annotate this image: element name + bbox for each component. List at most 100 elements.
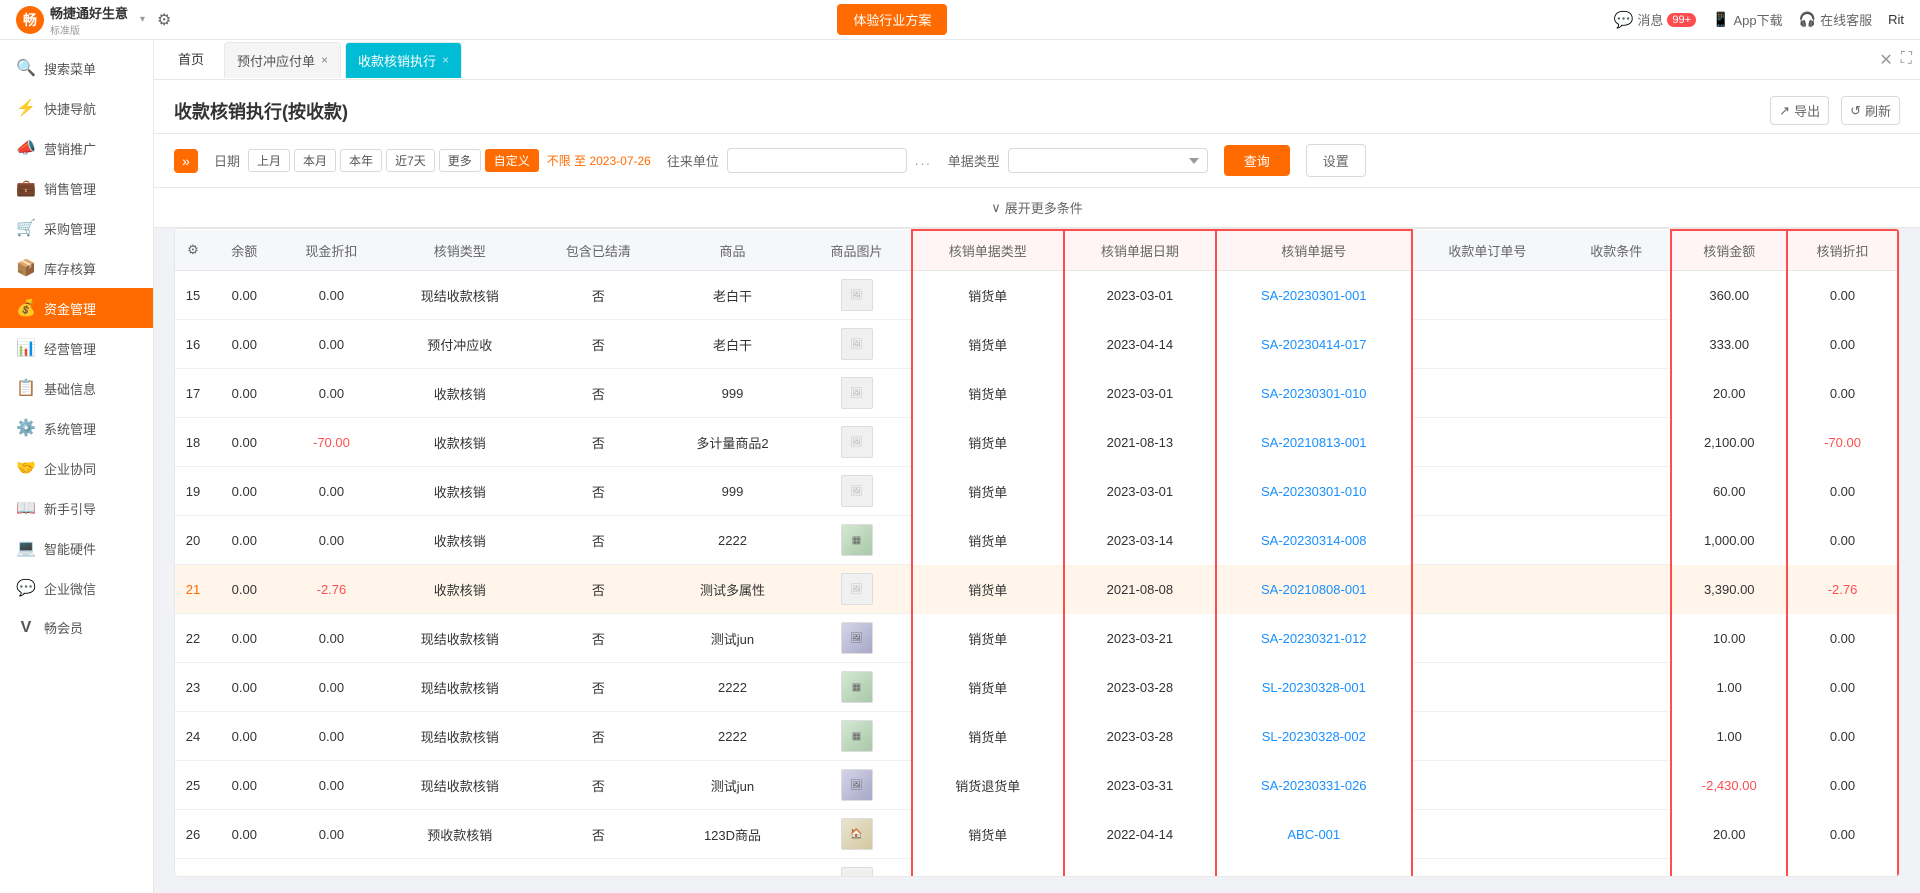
sidebar-item-purchase[interactable]: 🛒 采购管理 bbox=[0, 208, 153, 248]
sidebar-item-guide[interactable]: 📖 新手引导 bbox=[0, 488, 153, 528]
sidebar-item-wechat[interactable]: 💬 企业微信 bbox=[0, 568, 153, 608]
tab-prepay[interactable]: 预付冲应付单 × bbox=[224, 42, 341, 78]
product-image-cell: ▦ bbox=[802, 712, 911, 761]
export-button[interactable]: ↗ 导出 bbox=[1770, 96, 1829, 125]
table-cell[interactable]: ABC-001 bbox=[1216, 810, 1412, 859]
top-bar-center: 体验行业方案 bbox=[837, 4, 947, 35]
app-download-area[interactable]: 📱 App下载 bbox=[1712, 10, 1783, 29]
tab-verify-close[interactable]: × bbox=[442, 53, 449, 67]
table-cell: 0.00 bbox=[1787, 761, 1898, 810]
sidebar-item-marketing[interactable]: 📣 营销推广 bbox=[0, 128, 153, 168]
th-doc-type: 核销单据类型 bbox=[912, 230, 1064, 271]
sidebar-label-collab: 企业协同 bbox=[44, 459, 96, 478]
sidebar-item-operations[interactable]: 📊 经营管理 bbox=[0, 328, 153, 368]
sidebar-label-sysadmin: 系统管理 bbox=[44, 419, 96, 438]
table-cell: 否 bbox=[534, 565, 662, 614]
filter-expand-button[interactable]: » bbox=[174, 149, 198, 173]
solution-button[interactable]: 体验行业方案 bbox=[837, 4, 947, 35]
tab-home[interactable]: 首页 bbox=[162, 41, 220, 78]
export-icon: ↗ bbox=[1779, 103, 1790, 119]
table-cell[interactable]: SA-20210813-001 bbox=[1216, 418, 1412, 467]
user-name[interactable]: Rit bbox=[1888, 12, 1904, 27]
table-cell: 2023-03-31 bbox=[1064, 761, 1216, 810]
product-image-cell: 🖼 bbox=[802, 271, 911, 320]
sidebar-item-hardware[interactable]: 💻 智能硬件 bbox=[0, 528, 153, 568]
wechat-icon: 💬 bbox=[16, 578, 36, 598]
doc-type-select[interactable] bbox=[1008, 148, 1208, 173]
th-product-img: 商品图片 bbox=[802, 230, 911, 271]
table-wrapper: ⚙ 余额 现金折扣 核销类型 包含已结清 商品 商品图片 核销单据类型 核销单据… bbox=[174, 228, 1900, 877]
table-cell: 收款核销 bbox=[385, 565, 534, 614]
sidebar-item-quicknav[interactable]: ⚡ 快捷导航 bbox=[0, 88, 153, 128]
th-settings[interactable]: ⚙ bbox=[175, 230, 211, 271]
message-area[interactable]: 💬 消息 99+ bbox=[1613, 10, 1696, 30]
brand-dropdown-icon[interactable]: ▾ bbox=[140, 14, 145, 25]
th-product: 商品 bbox=[663, 230, 803, 271]
window-close-icon[interactable]: ✕ bbox=[1879, 50, 1892, 70]
tab-prepay-close[interactable]: × bbox=[321, 53, 328, 67]
table-cell: 100.00 bbox=[1671, 859, 1787, 878]
table-cell[interactable]: SA-20230301-010 bbox=[1216, 467, 1412, 516]
table-cell[interactable]: SA-20230301-001 bbox=[1216, 271, 1412, 320]
gear-icon[interactable]: ⚙ bbox=[157, 10, 171, 30]
tab-verify[interactable]: 收款核销执行 × bbox=[345, 42, 462, 78]
table-cell: 收款核销 bbox=[385, 467, 534, 516]
table-cell[interactable]: SA-20230301-010 bbox=[1216, 369, 1412, 418]
date-btn-last-month[interactable]: 上月 bbox=[248, 149, 290, 172]
date-btn-custom[interactable]: 自定义 bbox=[485, 149, 539, 172]
table-cell: 否 bbox=[534, 467, 662, 516]
table-cell[interactable]: SA-20230414-017 bbox=[1216, 320, 1412, 369]
table-cell: 否 bbox=[534, 810, 662, 859]
refresh-button[interactable]: ↺ 刷新 bbox=[1841, 96, 1900, 125]
table-cell: 销货单 bbox=[912, 712, 1064, 761]
sidebar-item-search[interactable]: 🔍 搜索菜单 bbox=[0, 48, 153, 88]
window-maximize-icon[interactable]: ⛶ bbox=[1901, 50, 1912, 70]
from-unit-input[interactable] bbox=[727, 148, 907, 173]
date-btn-this-year[interactable]: 本年 bbox=[340, 149, 382, 172]
table-cell: 0.00 bbox=[1787, 320, 1898, 369]
table-cell[interactable]: SL-20230328-002 bbox=[1216, 712, 1412, 761]
date-btn-this-month[interactable]: 本月 bbox=[294, 149, 336, 172]
table-row: 270.000.00现结收款核销否衣服00001🖼销货单2023-04-08SL… bbox=[175, 859, 1898, 878]
table-cell: 0.00 bbox=[1787, 810, 1898, 859]
table-cell[interactable]: SL-20230408-001 bbox=[1216, 859, 1412, 878]
settings-button[interactable]: 设置 bbox=[1306, 144, 1366, 177]
sidebar-item-basicinfo[interactable]: 📋 基础信息 bbox=[0, 368, 153, 408]
product-image-cell: 🖼 bbox=[802, 467, 911, 516]
table-cell: 否 bbox=[534, 369, 662, 418]
table-cell bbox=[1562, 810, 1671, 859]
query-button[interactable]: 查询 bbox=[1224, 145, 1290, 176]
table-cell[interactable]: SA-20210808-001 bbox=[1216, 565, 1412, 614]
th-cash-discount: 现金折扣 bbox=[278, 230, 386, 271]
table-cell[interactable]: SA-20230314-008 bbox=[1216, 516, 1412, 565]
date-btn-7days[interactable]: 近7天 bbox=[386, 149, 435, 172]
sidebar-item-inventory[interactable]: 📦 库存核算 bbox=[0, 248, 153, 288]
sidebar-item-sysadmin[interactable]: ⚙️ 系统管理 bbox=[0, 408, 153, 448]
table-cell: 销货单 bbox=[912, 369, 1064, 418]
table-cell: 0.00 bbox=[211, 516, 278, 565]
sidebar-item-sales[interactable]: 💼 销售管理 bbox=[0, 168, 153, 208]
sidebar-item-member[interactable]: V 畅会员 bbox=[0, 608, 153, 647]
table-cell[interactable]: SA-20230321-012 bbox=[1216, 614, 1412, 663]
table-cell: 20.00 bbox=[1671, 369, 1787, 418]
expand-more-button[interactable]: ∨ 展开更多条件 bbox=[979, 194, 1095, 221]
sidebar-item-collab[interactable]: 🤝 企业协同 bbox=[0, 448, 153, 488]
doc-type-filter-group: 单据类型 bbox=[948, 148, 1208, 173]
table-cell: 销货退货单 bbox=[912, 761, 1064, 810]
table-cell[interactable]: SA-20230331-026 bbox=[1216, 761, 1412, 810]
table-cell: 0.00 bbox=[278, 761, 386, 810]
th-include-settled: 包含已结清 bbox=[534, 230, 662, 271]
table-cell[interactable]: SL-20230328-001 bbox=[1216, 663, 1412, 712]
from-unit-filter-group: 往来单位 ... bbox=[667, 148, 932, 173]
table-cell bbox=[1562, 614, 1671, 663]
table-cell bbox=[1412, 663, 1563, 712]
table-cell: 123D商品 bbox=[663, 810, 803, 859]
th-verify-type: 核销类型 bbox=[385, 230, 534, 271]
table-cell: 0.00 bbox=[1787, 663, 1898, 712]
online-service-area[interactable]: 🎧 在线客服 bbox=[1799, 10, 1872, 29]
date-btn-more[interactable]: 更多 bbox=[439, 149, 481, 172]
table-cell: 销货单 bbox=[912, 565, 1064, 614]
table-row: 190.000.00收款核销否999🖼销货单2023-03-01SA-20230… bbox=[175, 467, 1898, 516]
sidebar-item-finance[interactable]: 💰 资金管理 bbox=[0, 288, 153, 328]
table-cell: 0.00 bbox=[211, 663, 278, 712]
